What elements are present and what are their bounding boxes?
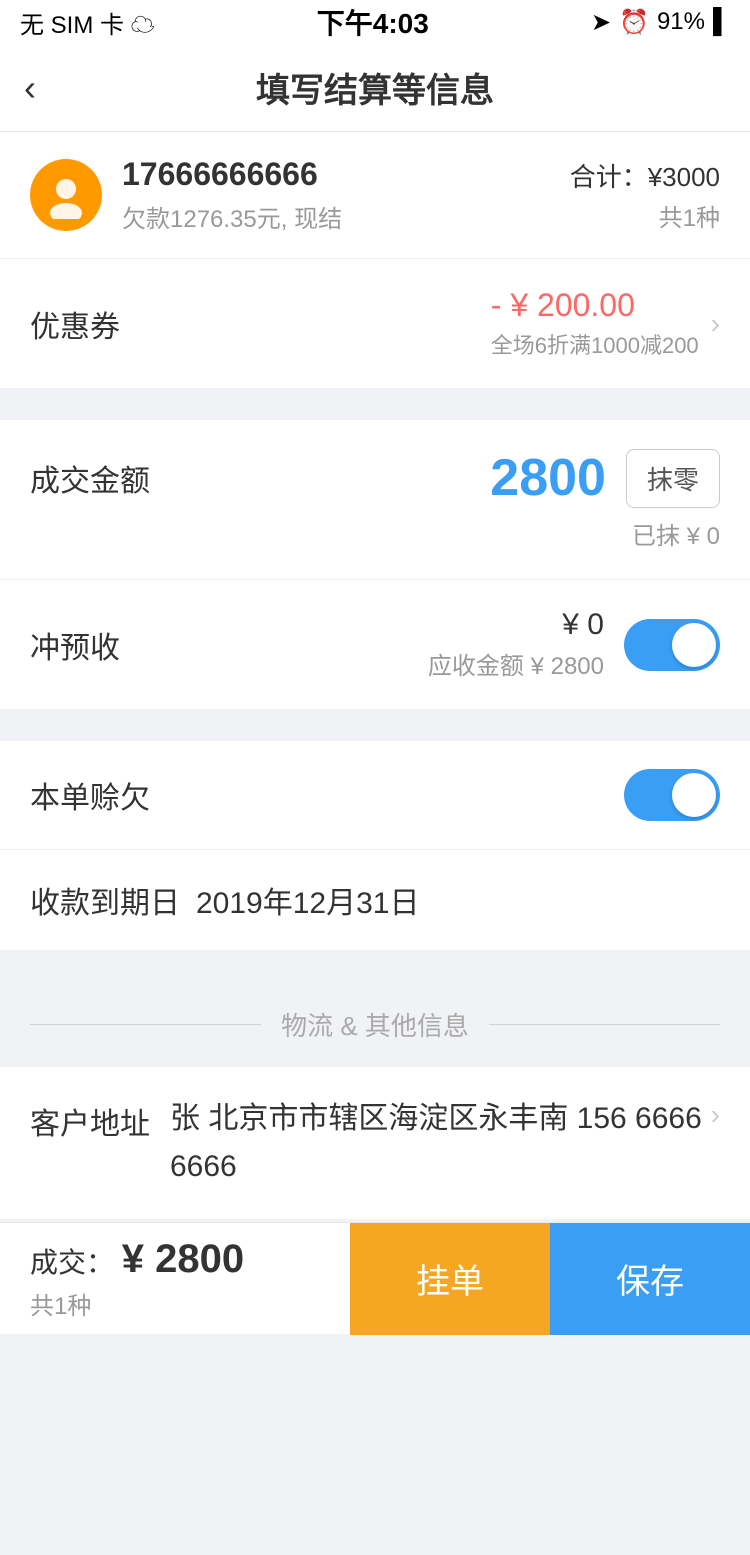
status-bar: 无 SIM 卡 ☁ 下午4:03 ➤ ⏰ 91% ▌ xyxy=(0,0,750,44)
amount-card: 成交金额 2800 抹零 已抹 ¥ 0 冲预收 ¥ 0 应收金额 ¥ 2800 xyxy=(0,420,750,709)
address-label: 客户地址 xyxy=(30,1095,150,1143)
total-label: 合计：¥3000 xyxy=(570,157,720,194)
sep-line-right xyxy=(489,1024,720,1025)
debt-section: 本单赊欠 xyxy=(0,741,750,849)
customer-phone: 17666666666 xyxy=(122,156,342,193)
logistics-separator: 物流 & 其他信息 xyxy=(0,982,750,1067)
page-title: 填写结算等信息 xyxy=(256,63,494,112)
status-right: ➤ ⏰ 91% ▌ xyxy=(591,8,730,37)
status-time: 下午4:03 xyxy=(317,2,429,42)
debt-toggle-knob xyxy=(672,773,716,817)
prereceive-sub: 应收金额 ¥ 2800 xyxy=(428,646,604,681)
debt-card: 本单赊欠 收款到期日 2019年12月31日 xyxy=(0,741,750,950)
coupon-right: - ¥ 200.00 全场6折满1000减200 › xyxy=(491,287,720,360)
section-divider-2 xyxy=(0,725,750,741)
customer-debt: 欠款1276.35元, 现结 xyxy=(122,199,342,234)
amount-label: 成交金额 xyxy=(30,456,150,500)
avatar xyxy=(30,159,102,231)
sep-line-left xyxy=(30,1024,261,1025)
prereceive-value: ¥ 0 xyxy=(428,608,604,642)
bottom-summary: 成交： ¥ 2800 共1种 xyxy=(0,1237,350,1321)
chevron-right-icon: › xyxy=(711,308,720,340)
prereceive-toggle[interactable] xyxy=(624,619,720,671)
amount-value: 2800 xyxy=(490,448,606,508)
duedate-value: 2019年12月31日 xyxy=(196,878,419,922)
coupon-discount: - ¥ 200.00 xyxy=(491,287,699,324)
debt-label: 本单赊欠 xyxy=(30,773,150,817)
prereceive-row: 冲预收 ¥ 0 应收金额 ¥ 2800 xyxy=(30,608,720,681)
amount-section: 成交金额 2800 抹零 已抹 ¥ 0 xyxy=(0,420,750,579)
location-icon: ➤ xyxy=(591,8,611,37)
back-button[interactable]: ‹ xyxy=(24,67,36,109)
save-button[interactable]: 保存 xyxy=(550,1223,750,1335)
prereceive-right: ¥ 0 应收金额 ¥ 2800 xyxy=(428,608,720,681)
coupon-label: 优惠券 xyxy=(30,302,120,346)
content-area: 17666666666 欠款1276.35元, 现结 合计：¥3000 共1种 … xyxy=(0,132,750,1555)
status-left: 无 SIM 卡 ☁ xyxy=(20,5,155,40)
section-divider-3 xyxy=(0,966,750,982)
coupon-description: 全场6折满1000减200 xyxy=(491,328,699,360)
address-value: 张 北京市市辖区海淀区永丰南 156 6666 6666 xyxy=(170,1095,711,1191)
battery-icon: ▌ xyxy=(713,8,730,36)
customer-left: 17666666666 欠款1276.35元, 现结 xyxy=(30,156,342,234)
deal-amount: ¥ 2800 xyxy=(122,1237,244,1281)
prereceive-value-group: ¥ 0 应收金额 ¥ 2800 xyxy=(428,608,604,681)
toggle-knob xyxy=(672,623,716,667)
coupon-info: - ¥ 200.00 全场6折满1000减200 xyxy=(491,287,699,360)
bottom-bar: 成交： ¥ 2800 共1种 挂单 保存 xyxy=(0,1222,750,1334)
address-card: 客户地址 张 北京市市辖区海淀区永丰南 156 6666 6666 › xyxy=(0,1067,750,1219)
sim-label: 无 SIM 卡 ☁ xyxy=(20,5,155,40)
prereceive-section: 冲预收 ¥ 0 应收金额 ¥ 2800 xyxy=(0,579,750,709)
prereceive-label: 冲预收 xyxy=(30,623,120,667)
deal-label: 成交： xyxy=(30,1247,114,1278)
address-chevron-icon: › xyxy=(711,1095,720,1131)
total-count: 共1种 xyxy=(570,198,720,233)
hold-button[interactable]: 挂单 xyxy=(350,1223,550,1335)
alarm-icon: ⏰ xyxy=(619,8,649,37)
deal-count: 共1种 xyxy=(30,1286,320,1321)
battery-label: 91% xyxy=(657,8,705,36)
logistics-label: 物流 & 其他信息 xyxy=(281,1006,469,1043)
deal-line: 成交： ¥ 2800 xyxy=(30,1237,320,1282)
amount-value-group: 2800 抹零 xyxy=(490,448,720,508)
amount-sub: 已抹 ¥ 0 xyxy=(30,516,720,551)
amount-row: 成交金额 2800 抹零 xyxy=(30,448,720,508)
round-zero-button[interactable]: 抹零 xyxy=(626,449,720,508)
duedate-label: 收款到期日 xyxy=(30,878,180,922)
customer-card: 17666666666 欠款1276.35元, 现结 合计：¥3000 共1种 … xyxy=(0,132,750,388)
duedate-section: 收款到期日 2019年12月31日 xyxy=(0,849,750,950)
coupon-row[interactable]: 优惠券 - ¥ 200.00 全场6折满1000减200 › xyxy=(0,258,750,388)
nav-bar: ‹ 填写结算等信息 xyxy=(0,44,750,132)
address-section[interactable]: 客户地址 张 北京市市辖区海淀区永丰南 156 6666 6666 › xyxy=(0,1067,750,1219)
debt-toggle[interactable] xyxy=(624,769,720,821)
customer-info: 17666666666 欠款1276.35元, 现结 xyxy=(122,156,342,234)
section-divider-1 xyxy=(0,404,750,420)
customer-row: 17666666666 欠款1276.35元, 现结 合计：¥3000 共1种 xyxy=(0,132,750,258)
customer-right: 合计：¥3000 共1种 xyxy=(570,157,720,233)
